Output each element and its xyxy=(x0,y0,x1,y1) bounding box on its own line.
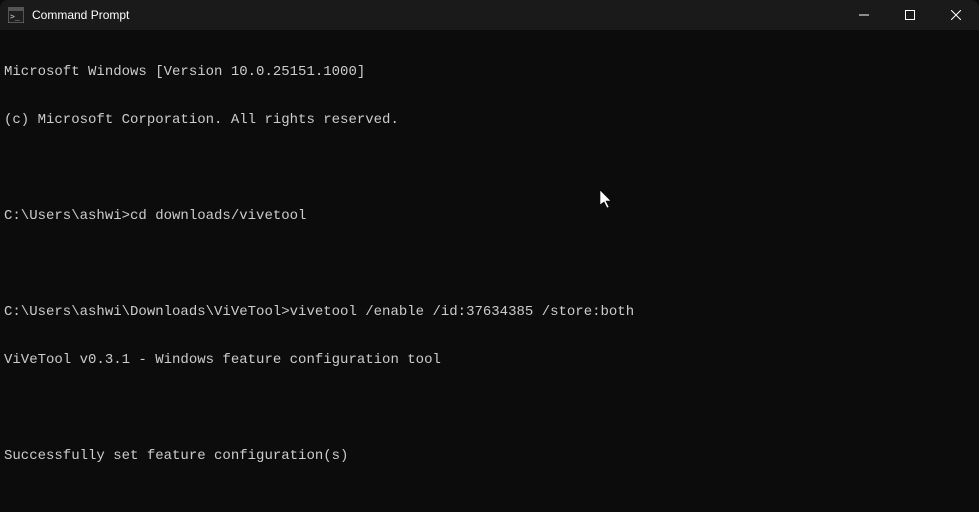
minimize-button[interactable] xyxy=(841,0,887,30)
terminal-line: C:\Users\ashwi\Downloads\ViVeTool>viveto… xyxy=(4,304,975,320)
terminal-blank xyxy=(4,160,975,176)
terminal-line: Microsoft Windows [Version 10.0.25151.10… xyxy=(4,64,975,80)
window-controls xyxy=(841,0,979,30)
mouse-cursor-icon xyxy=(600,190,614,210)
titlebar[interactable]: >_ Command Prompt xyxy=(0,0,979,30)
terminal-blank xyxy=(4,400,975,416)
terminal-line: Successfully set feature configuration(s… xyxy=(4,448,975,464)
terminal-line: C:\Users\ashwi>cd downloads/vivetool xyxy=(4,208,975,224)
command-prompt-window: >_ Command Prompt Microsoft Windows [Ver… xyxy=(0,0,979,512)
terminal-blank xyxy=(4,496,975,512)
terminal-blank xyxy=(4,256,975,272)
terminal-area[interactable]: Microsoft Windows [Version 10.0.25151.10… xyxy=(0,30,979,512)
terminal-line: (c) Microsoft Corporation. All rights re… xyxy=(4,112,975,128)
svg-text:>_: >_ xyxy=(10,12,20,21)
window-title: Command Prompt xyxy=(32,8,841,22)
terminal-line: ViVeTool v0.3.1 - Windows feature config… xyxy=(4,352,975,368)
cmd-icon: >_ xyxy=(8,7,24,23)
maximize-button[interactable] xyxy=(887,0,933,30)
close-button[interactable] xyxy=(933,0,979,30)
